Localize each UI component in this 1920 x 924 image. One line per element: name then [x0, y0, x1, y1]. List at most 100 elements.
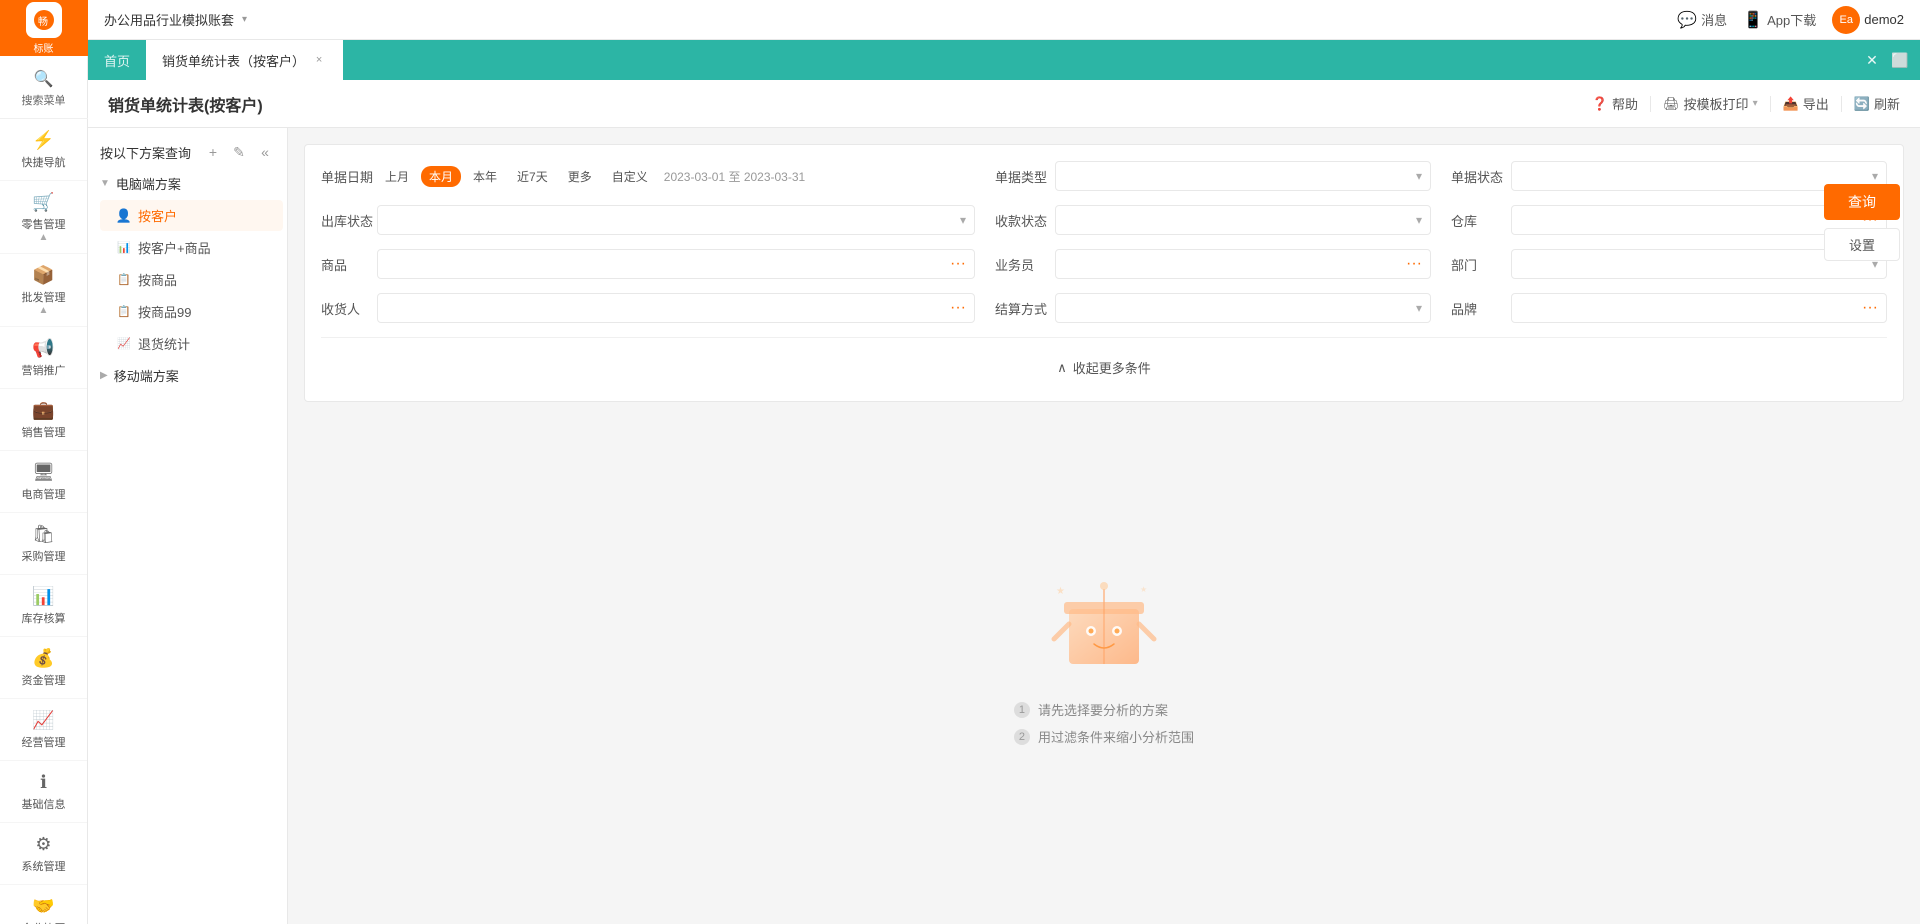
sidebar-item-marketing[interactable]: 📢 营销推广	[0, 327, 87, 389]
marketing-icon: 📢	[33, 337, 55, 359]
sidebar-item-purchase[interactable]: 🛍 采购管理	[0, 513, 87, 575]
tab-bar: 首页 销货单统计表（按客户） × ✕ ⬜	[88, 40, 1920, 80]
download-icon: 📱	[1743, 10, 1763, 30]
mobile-scheme-group: ▶ 移动端方案	[88, 360, 287, 391]
query-button[interactable]: 查询	[1824, 184, 1900, 220]
doc-type-select[interactable]: ▾	[1055, 161, 1431, 191]
brand-select[interactable]: ···	[1511, 293, 1887, 323]
avatar: Ea	[1832, 6, 1860, 34]
help-button[interactable]: ❓ 帮助	[1592, 94, 1638, 113]
payment-label: 结算方式	[995, 299, 1055, 318]
date-this-year[interactable]: 本年	[465, 166, 505, 187]
out-status-select[interactable]: ▾	[377, 205, 975, 235]
filter-brand: 品牌 ···	[1451, 293, 1887, 323]
desktop-group-header[interactable]: ▼ 电脑端方案	[88, 168, 287, 199]
refresh-button[interactable]: 🔄 刷新	[1854, 94, 1900, 113]
filter-doc-status: 单据状态 ▾	[1451, 161, 1887, 191]
scheme-item-customer[interactable]: 👤 按客户	[100, 200, 283, 231]
user-name: demo2	[1864, 12, 1904, 27]
scheme-item-customer-goods[interactable]: 📊 按客户+商品	[100, 232, 283, 263]
payment-select[interactable]: ▾	[1055, 293, 1431, 323]
date-this-month[interactable]: 本月	[421, 166, 461, 187]
filter-recv-status: 收款状态 ▾	[995, 205, 1431, 235]
warehouse-label: 仓库	[1451, 211, 1511, 230]
scheme-item-returns[interactable]: 📈 退货统计	[100, 328, 283, 359]
app-download-label: App下载	[1767, 10, 1816, 29]
tip-2-text: 用过滤条件来缩小分析范围	[1038, 727, 1194, 746]
filter-date: 单据日期 上月 本月 本年 近7天 更多 自定义	[321, 166, 975, 187]
salesperson-select[interactable]: ···	[1055, 249, 1431, 279]
help-label: 帮助	[1612, 94, 1638, 113]
active-tab-label: 销货单统计表（按客户）	[162, 51, 305, 70]
scheme-edit-button[interactable]: ✎	[229, 142, 249, 162]
app-download-action[interactable]: 📱 App下载	[1743, 10, 1816, 30]
tab-close-button[interactable]: ×	[311, 52, 327, 68]
goods-select[interactable]: ···	[377, 249, 975, 279]
tab-close-window[interactable]: ✕	[1860, 48, 1884, 72]
sidebar-item-quicknav[interactable]: ⚡ 快捷导航	[0, 119, 87, 181]
settings-button[interactable]: 设置	[1824, 228, 1900, 261]
scheme-collapse-button[interactable]: «	[255, 142, 275, 162]
page-dropdown-arrow[interactable]: ▾	[242, 14, 247, 25]
date-last-month[interactable]: 上月	[377, 166, 417, 187]
sidebar-item-finance[interactable]: 💰 资金管理	[0, 637, 87, 699]
sidebar-item-operations[interactable]: 📈 经营管理	[0, 699, 87, 761]
filter-goods: 商品 ···	[321, 249, 975, 279]
message-icon: 💬	[1677, 10, 1697, 30]
empty-tip-2: 2 用过滤条件来缩小分析范围	[1014, 727, 1194, 746]
tab-home[interactable]: 首页	[88, 40, 146, 80]
filter-row-1: 单据日期 上月 本月 本年 近7天 更多 自定义	[321, 161, 1887, 191]
filter-row-4: 收货人 ··· 结算方式 ▾	[321, 293, 1887, 323]
date-custom[interactable]: 自定义	[604, 166, 656, 187]
scheme-add-button[interactable]: +	[203, 142, 223, 162]
scheme-item-goods[interactable]: 📋 按商品	[100, 264, 283, 295]
tab-active[interactable]: 销货单统计表（按客户） ×	[146, 40, 343, 80]
scheme-panel-header: 按以下方案查询 + ✎ «	[88, 136, 287, 168]
user-profile[interactable]: Ea demo2	[1832, 6, 1904, 34]
doc-status-label: 单据状态	[1451, 167, 1511, 186]
recipient-select[interactable]: ···	[377, 293, 975, 323]
goods-icon: 📋	[116, 272, 132, 288]
sidebar-item-sales[interactable]: 💼 销售管理	[0, 389, 87, 451]
tab-maximize-window[interactable]: ⬜	[1888, 48, 1912, 72]
collapse-button[interactable]: ∧ 收起更多条件	[1049, 350, 1159, 385]
tip-num-2: 2	[1014, 729, 1030, 745]
main-area: 办公用品行业模拟账套 ▾ 💬 消息 📱 App下载 Ea demo2 首页	[88, 0, 1920, 924]
search-icon: 🔍	[34, 69, 54, 89]
scheme-item-customer-goods-label: 按客户+商品	[138, 238, 211, 257]
filter-department: 部门 ▾	[1451, 249, 1887, 279]
sidebar-item-search[interactable]: 🔍 搜索菜单	[0, 56, 88, 119]
baseinfo-icon: ℹ	[33, 771, 55, 793]
svg-text:★: ★	[1140, 585, 1147, 594]
date-more[interactable]: 更多	[560, 166, 600, 187]
collapse-label: 收起更多条件	[1073, 358, 1151, 377]
recv-status-label: 收款状态	[995, 211, 1055, 230]
sales-icon: 💼	[33, 399, 55, 421]
retail-arrow: ▲	[39, 232, 49, 243]
returns-icon: 📈	[116, 336, 132, 352]
salesperson-label: 业务员	[995, 255, 1055, 274]
sidebar-item-retail[interactable]: 🛒 零售管理 ▲	[0, 181, 87, 254]
sidebar-item-collab[interactable]: 🤝 企业协同	[0, 885, 87, 924]
quicknav-icon: ⚡	[33, 129, 55, 151]
recv-status-select[interactable]: ▾	[1055, 205, 1431, 235]
sidebar-item-system[interactable]: ⚙ 系统管理	[0, 823, 87, 885]
goods-dots: ···	[950, 255, 966, 273]
desktop-group-arrow: ▼	[100, 178, 110, 189]
print-button[interactable]: 🖨 按模板打印 ▾	[1663, 94, 1758, 113]
sidebar-item-wholesale[interactable]: 📦 批发管理 ▲	[0, 254, 87, 327]
print-icon: 🖨	[1663, 96, 1680, 112]
help-icon: ❓	[1592, 96, 1608, 112]
mobile-group-header[interactable]: ▶ 移动端方案	[88, 360, 287, 391]
sidebar-item-ecommerce[interactable]: 🖥 电商管理	[0, 451, 87, 513]
operations-icon: 📈	[33, 709, 55, 731]
sidebar-item-baseinfo[interactable]: ℹ 基础信息	[0, 761, 87, 823]
app-logo: 畅 标账	[0, 0, 88, 56]
print-dropdown-arrow[interactable]: ▾	[1753, 98, 1758, 109]
collab-icon: 🤝	[33, 895, 55, 917]
sidebar-item-inventory[interactable]: 📊 库存核算	[0, 575, 87, 637]
scheme-item-goods99[interactable]: 📋 按商品99	[100, 296, 283, 327]
message-action[interactable]: 💬 消息	[1677, 10, 1727, 30]
export-button[interactable]: 📤 导出	[1783, 94, 1829, 113]
date-last7days[interactable]: 近7天	[509, 166, 556, 187]
